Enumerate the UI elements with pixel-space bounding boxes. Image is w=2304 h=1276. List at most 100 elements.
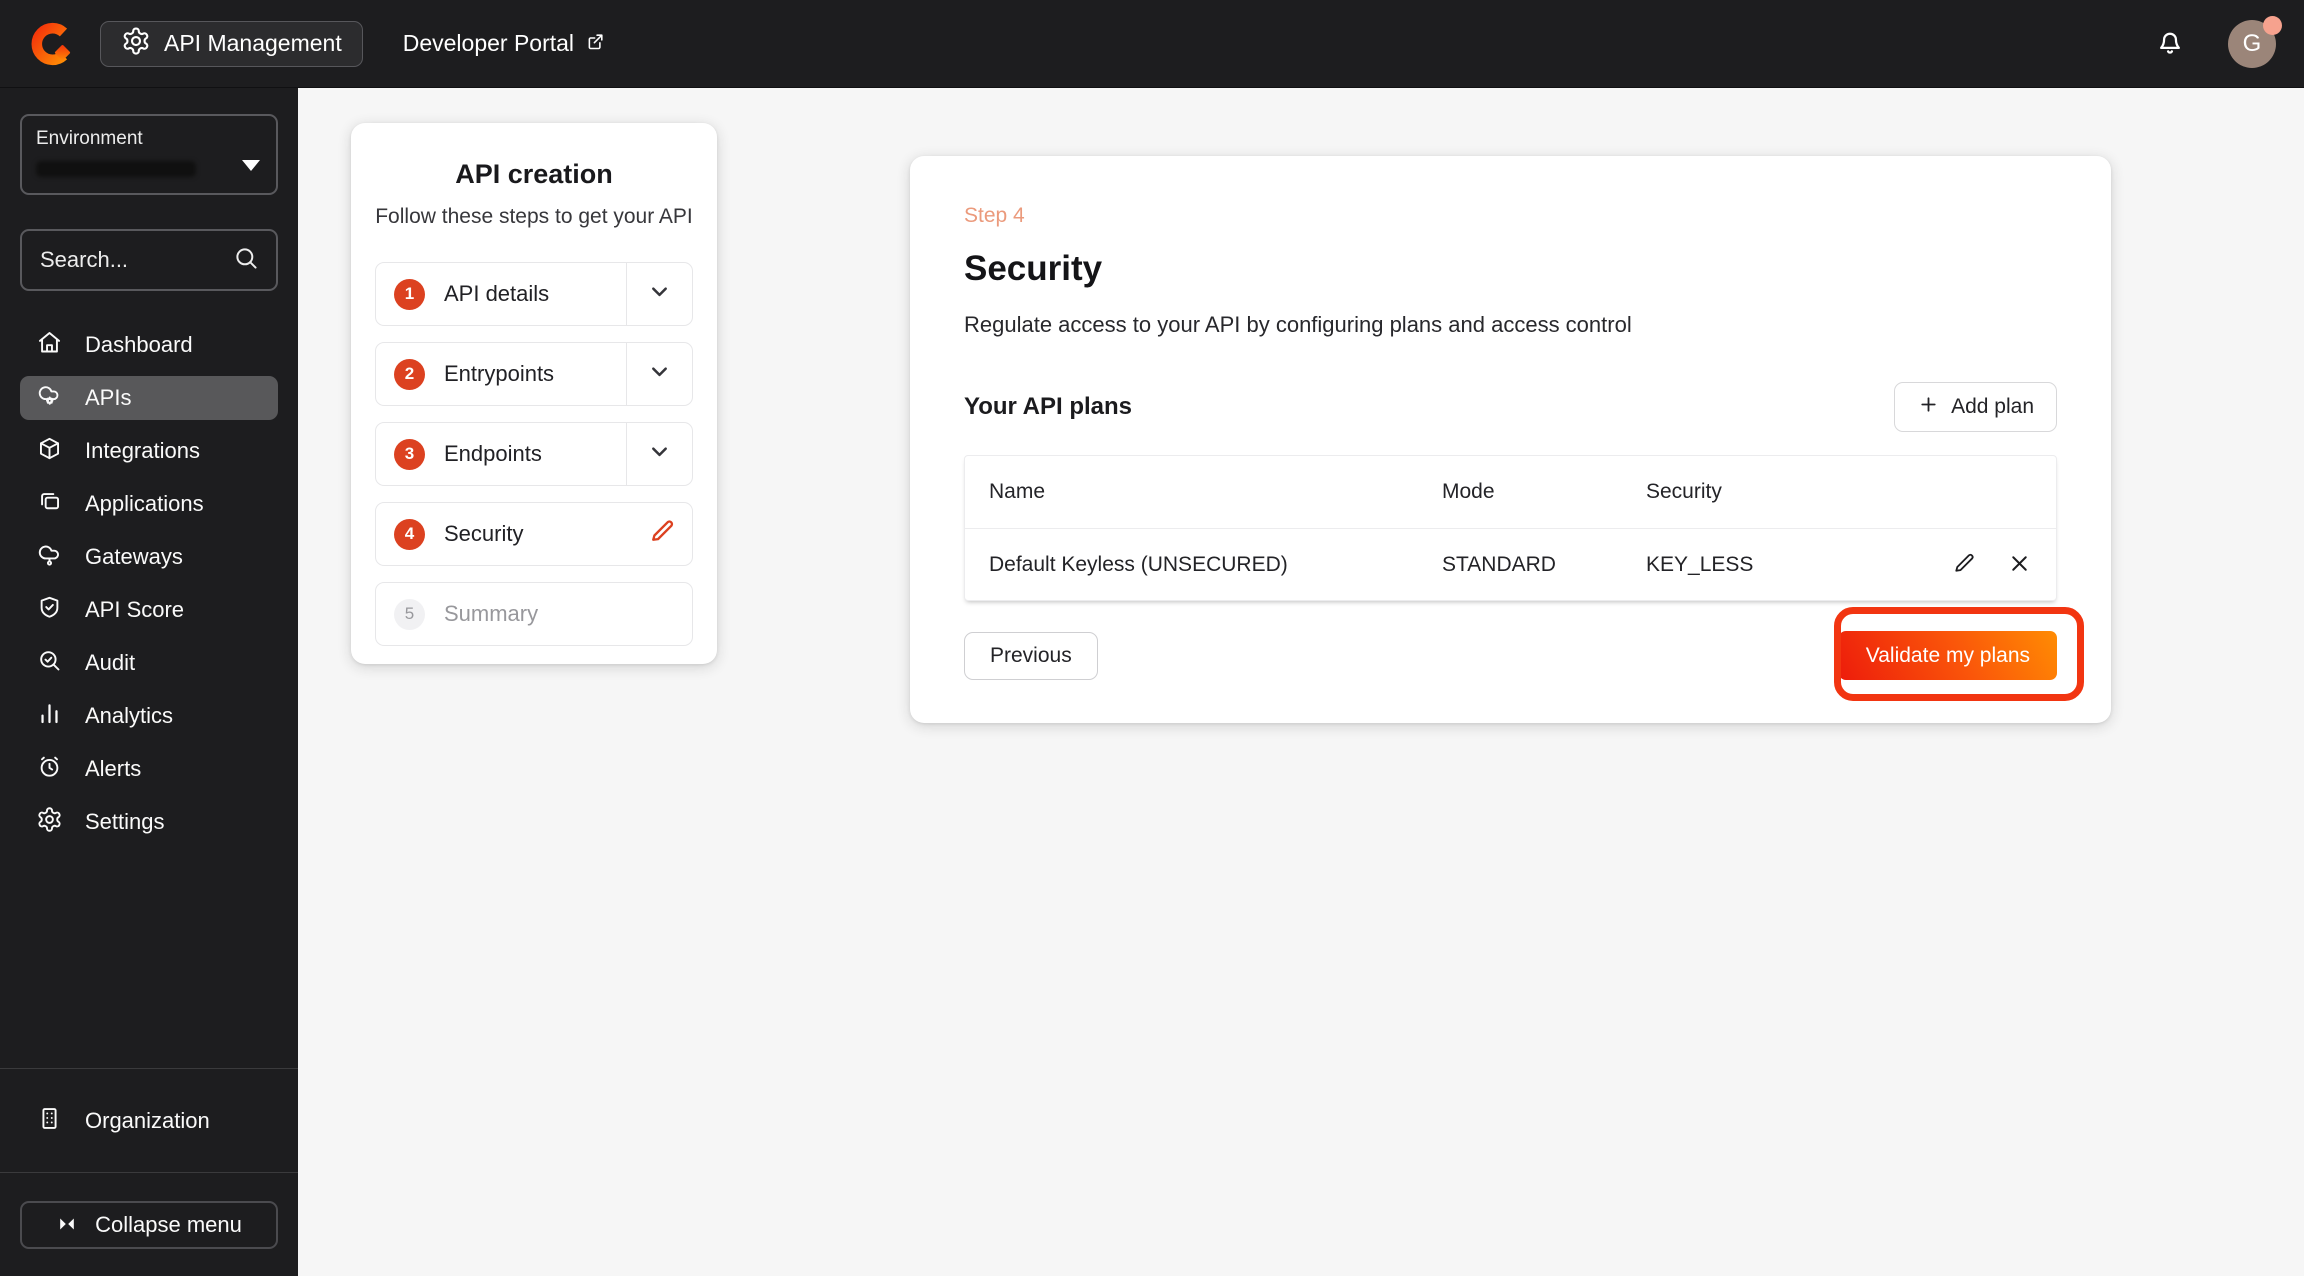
sidebar-search (20, 229, 278, 291)
step-edit-button[interactable] (630, 503, 692, 565)
sidebar-item-label: Audit (85, 650, 136, 675)
app-switcher-label: API Management (164, 30, 342, 56)
add-plan-label: Add plan (1951, 395, 2034, 418)
step-kicker: Step 4 (964, 204, 1025, 227)
gravitee-logo-icon (28, 21, 74, 67)
sidebar-item-label: Applications (85, 491, 204, 516)
cloud-node-icon (36, 541, 63, 573)
sidebar-item-label: Integrations (85, 438, 200, 463)
building-icon (36, 1105, 63, 1137)
api-creation-stepper-card: API creation Follow these steps to get y… (351, 123, 717, 664)
sidebar-item-settings[interactable]: Settings (20, 800, 278, 844)
app-root: API Management Developer Portal G Enviro… (0, 0, 2304, 1276)
sidebar-item-label: APIs (85, 385, 132, 410)
close-icon (2007, 551, 2032, 579)
sidebar-item-label: API Score (85, 597, 185, 622)
security-step-card: Step 4 Security Regulate access to your … (910, 156, 2111, 723)
step-label: Security (444, 521, 524, 546)
page-description: Regulate access to your API by configuri… (964, 312, 1632, 337)
plan-mode-cell: STANDARD (1442, 552, 1556, 576)
sidebar-item-integrations[interactable]: Integrations (20, 429, 278, 473)
step-main: 2 Entrypoints (376, 343, 626, 405)
sidebar-item-label: Dashboard (85, 332, 193, 357)
step-entrypoints[interactable]: 2 Entrypoints (375, 342, 693, 406)
developer-portal-link[interactable]: Developer Portal (403, 30, 606, 57)
app-switcher-button[interactable]: API Management (100, 20, 363, 67)
step-number-badge: 3 (394, 438, 425, 470)
validate-my-plans-button[interactable]: Validate my plans (1838, 631, 2057, 680)
pencil-icon (1950, 550, 1977, 580)
home-icon (36, 329, 63, 361)
previous-button[interactable]: Previous (964, 631, 1098, 680)
add-plan-button[interactable]: Add plan (1894, 382, 2057, 432)
stepper-steps: 1 API details 2 Entrypoints 3 Endpoints … (375, 262, 693, 646)
column-header-mode: Mode (1442, 480, 1495, 503)
developer-portal-label: Developer Portal (402, 30, 575, 56)
page-title: Security (964, 249, 1103, 288)
package-icon (36, 435, 63, 467)
table-row: Default Keyless (UNSECURED) STANDARD KEY… (965, 528, 2056, 600)
sidebar-item-label: Settings (85, 809, 165, 834)
sidebar: Environment Dashboard (0, 88, 298, 1276)
sidebar-item-gateways[interactable]: Gateways (20, 535, 278, 579)
step-expand-toggle[interactable] (626, 423, 692, 485)
step-label: Endpoints (444, 441, 542, 466)
step-expand-toggle[interactable] (626, 343, 692, 405)
column-header-security: Security (1646, 480, 1722, 503)
environment-label: Environment (36, 128, 143, 149)
notifications-bell-icon[interactable] (2152, 23, 2188, 64)
search-icon (232, 244, 260, 277)
step-number-badge: 5 (394, 598, 425, 630)
step-security[interactable]: 4 Security (375, 502, 693, 566)
external-link-icon (585, 31, 606, 57)
step-label: Entrypoints (444, 361, 555, 386)
row-actions (1900, 550, 2032, 580)
sidebar-item-apis[interactable]: APIs (20, 376, 278, 420)
sidebar-item-organization[interactable]: Organization (20, 1099, 278, 1143)
sidebar-item-label: Gateways (85, 544, 183, 569)
sidebar-item-applications[interactable]: Applications (20, 482, 278, 526)
organization-label: Organization (85, 1108, 210, 1133)
sidebar-item-label: Alerts (85, 756, 142, 781)
sidebar-item-audit[interactable]: Audit (20, 641, 278, 685)
step-expand-toggle[interactable] (626, 263, 692, 325)
chevron-down-icon (646, 278, 673, 310)
bar-chart-icon (36, 700, 63, 732)
collapse-icon (56, 1214, 78, 1237)
user-avatar[interactable]: G (2228, 15, 2282, 68)
step-label: Summary (444, 601, 539, 626)
step-main: 5 Summary (376, 583, 692, 645)
stepper-title: API creation (455, 159, 613, 189)
search-check-icon (36, 647, 63, 679)
delete-plan-button[interactable] (2007, 551, 2032, 579)
alarm-clock-icon (36, 753, 63, 785)
sidebar-nav: Dashboard APIs Integrations Applications… (20, 323, 278, 853)
sidebar-item-alerts[interactable]: Alerts (20, 747, 278, 791)
sidebar-item-analytics[interactable]: Analytics (20, 694, 278, 738)
pencil-icon (646, 516, 677, 552)
collapse-menu-button[interactable]: Collapse menu (20, 1201, 278, 1249)
gear-icon (36, 806, 63, 838)
gear-icon (121, 26, 151, 61)
plans-heading: Your API plans (964, 393, 1133, 420)
sidebar-item-dashboard[interactable]: Dashboard (20, 323, 278, 367)
step-label: API details (444, 281, 550, 306)
search-input[interactable] (38, 246, 232, 274)
column-header-name: Name (989, 480, 1046, 503)
step-api-details[interactable]: 1 API details (375, 262, 693, 326)
chevron-down-icon (242, 160, 260, 171)
step-main: 3 Endpoints (376, 423, 626, 485)
sidebar-divider (0, 1068, 298, 1069)
sidebar-item-api-score[interactable]: API Score (20, 588, 278, 632)
plans-header-row: Your API plans Add plan (964, 382, 2057, 432)
plus-icon (1917, 393, 1940, 422)
chevron-down-icon (646, 438, 673, 470)
chevron-down-icon (646, 358, 673, 390)
top-bar: API Management Developer Portal G (0, 0, 2304, 88)
environment-selector[interactable]: Environment (20, 114, 278, 195)
edit-plan-button[interactable] (1950, 550, 1977, 580)
copy-windows-icon (36, 488, 63, 520)
step-number-badge: 2 (394, 358, 425, 390)
cloud-gear-icon (36, 382, 63, 414)
step-endpoints[interactable]: 3 Endpoints (375, 422, 693, 486)
